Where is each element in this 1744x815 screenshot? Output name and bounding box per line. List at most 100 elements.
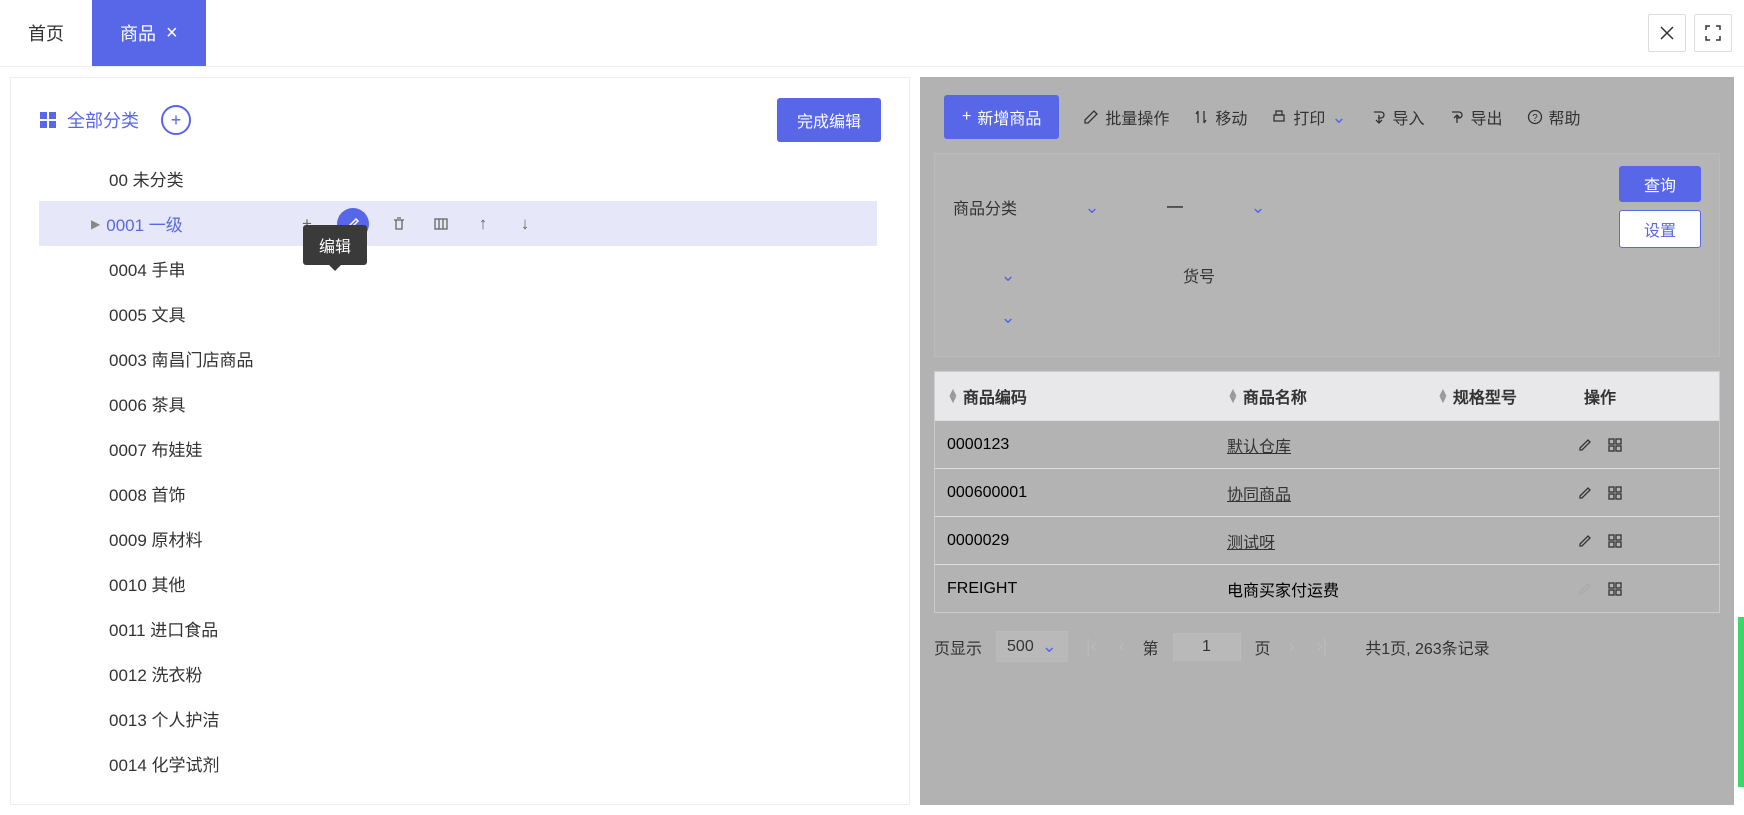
pager-summary: 共1页, 263条记录 xyxy=(1365,635,1490,659)
category-item[interactable]: 0003 南昌门店商品 xyxy=(39,336,877,381)
table-row: 0000123默认仓库 xyxy=(935,420,1719,468)
print-label: 打印 xyxy=(1293,105,1325,129)
table-row: 000600001协同商品 xyxy=(935,468,1719,516)
th-code-label: 商品编码 xyxy=(963,384,1027,408)
cell-op xyxy=(1535,437,1665,453)
category-actions: +↑↓ xyxy=(295,208,877,240)
cell-op xyxy=(1535,533,1665,549)
batch-button[interactable]: 批量操作 xyxy=(1083,105,1169,129)
pagination: 页显示 500 ⌄ |‹ ‹ 第 1 页 › ›| 共1页, 263条记录 xyxy=(920,613,1734,680)
import-button[interactable]: 导入 xyxy=(1371,105,1425,129)
category-item[interactable]: 0012 洗衣粉 xyxy=(39,651,877,696)
cell-code: FREIGHT xyxy=(935,580,1215,598)
prev-page-icon[interactable]: ‹ xyxy=(1114,636,1128,657)
th-name[interactable]: ▲▼ 商品名称 xyxy=(1215,384,1425,408)
import-icon xyxy=(1371,109,1387,125)
filter-box: 商品分类 ⌄ — ⌄ 查询 设置 ⌄ 货号 ⌄ xyxy=(934,153,1720,357)
category-item[interactable]: 0010 其他 xyxy=(39,561,877,606)
fullscreen-icon xyxy=(1704,24,1722,42)
main-area: + 新增商品 批量操作 移动 打印 ⌄ 导入 xyxy=(0,67,1744,815)
category-item[interactable]: 0009 原材料 xyxy=(39,516,877,561)
filter-category-select[interactable]: ⌄ xyxy=(1037,192,1147,222)
settings-button[interactable]: 设置 xyxy=(1619,210,1701,248)
filter-category-select2[interactable]: ⌄ xyxy=(1203,192,1313,222)
th-name-label: 商品名称 xyxy=(1243,384,1307,408)
add-product-button[interactable]: + 新增商品 xyxy=(944,95,1059,139)
close-icon[interactable]: × xyxy=(166,22,178,45)
category-item[interactable]: 0014 化学试剂 xyxy=(39,741,877,786)
move-down-icon[interactable]: ↓ xyxy=(513,212,537,236)
row-more-icon[interactable] xyxy=(1607,485,1623,501)
per-page-label: 页显示 xyxy=(934,635,982,659)
x-icon xyxy=(1658,24,1676,42)
filter-select3[interactable]: ⌄ xyxy=(953,260,1063,290)
row-more-icon[interactable] xyxy=(1607,437,1623,453)
plus-icon: + xyxy=(962,108,971,126)
tab-home[interactable]: 首页 xyxy=(0,0,92,66)
row-more-icon[interactable] xyxy=(1607,533,1623,549)
product-link[interactable]: 协同商品 xyxy=(1227,487,1291,504)
export-button[interactable]: 导出 xyxy=(1449,105,1503,129)
category-scroll[interactable]: 00 未分类▶0001 一级+↑↓0004 手串0005 文具0003 南昌门店… xyxy=(11,156,909,806)
row-edit-icon[interactable] xyxy=(1577,533,1593,549)
batch-label: 批量操作 xyxy=(1105,105,1169,129)
category-item[interactable]: 0013 个人护洁 xyxy=(39,696,877,741)
expand-icon[interactable]: ▶ xyxy=(91,217,100,231)
category-item[interactable]: 0011 进口食品 xyxy=(39,606,877,651)
export-icon xyxy=(1449,109,1465,125)
print-button[interactable]: 打印 ⌄ xyxy=(1271,105,1346,129)
toolbar: + 新增商品 批量操作 移动 打印 ⌄ 导入 xyxy=(920,77,1734,153)
page-input[interactable]: 1 xyxy=(1173,633,1241,661)
grid-icon xyxy=(39,111,57,129)
query-button[interactable]: 查询 xyxy=(1619,166,1701,202)
category-item[interactable]: 0006 茶具 xyxy=(39,381,877,426)
row-edit-icon[interactable] xyxy=(1577,437,1593,453)
row-edit-icon[interactable] xyxy=(1577,485,1593,501)
done-editing-button[interactable]: 完成编辑 xyxy=(777,98,881,142)
close-all-button[interactable] xyxy=(1648,14,1686,52)
delete-icon[interactable] xyxy=(387,212,411,236)
category-item[interactable]: 0008 首饰 xyxy=(39,471,877,516)
category-item[interactable]: 0007 布娃娃 xyxy=(39,426,877,471)
fullscreen-button[interactable] xyxy=(1694,14,1732,52)
tab-products[interactable]: 商品 × xyxy=(92,0,206,66)
row-more-icon[interactable] xyxy=(1607,581,1623,597)
per-page-select[interactable]: 500 ⌄ xyxy=(996,631,1068,662)
add-category-button[interactable]: + xyxy=(161,105,191,135)
chevron-down-icon: ⌄ xyxy=(1331,107,1346,128)
cell-op xyxy=(1535,581,1665,597)
filter-dash: — xyxy=(1167,198,1183,216)
move-button[interactable]: 移动 xyxy=(1193,105,1247,129)
chevron-down-icon: ⌄ xyxy=(1250,197,1265,218)
columns-icon[interactable] xyxy=(429,212,453,236)
product-link[interactable]: 测试呀 xyxy=(1227,535,1275,552)
product-link[interactable]: 默认仓库 xyxy=(1227,439,1291,456)
help-button[interactable]: ? 帮助 xyxy=(1527,105,1581,129)
cell-code: 0000029 xyxy=(935,532,1215,550)
category-item[interactable]: ▶0001 一级+↑↓ xyxy=(39,201,877,246)
category-label: 0004 手串 xyxy=(109,256,186,281)
category-item[interactable]: 00 未分类 xyxy=(39,156,877,201)
th-code[interactable]: ▲▼商品编码 xyxy=(935,384,1215,408)
svg-text:?: ? xyxy=(1532,113,1538,124)
sort-icon: ▲▼ xyxy=(1227,389,1239,403)
export-label: 导出 xyxy=(1471,105,1503,129)
row-edit-icon[interactable] xyxy=(1577,581,1593,597)
page-prefix: 第 xyxy=(1142,635,1158,659)
next-page-icon[interactable]: › xyxy=(1285,636,1299,657)
cell-name: 默认仓库 xyxy=(1215,433,1425,457)
move-up-icon[interactable]: ↑ xyxy=(471,212,495,236)
all-categories-link[interactable]: 全部分类 xyxy=(67,107,139,133)
category-panel: 全部分类 + 完成编辑 00 未分类▶0001 一级+↑↓0004 手串0005… xyxy=(10,77,910,805)
category-item[interactable]: 0005 文具 xyxy=(39,291,877,336)
edit-icon xyxy=(1083,109,1099,125)
th-spec[interactable]: ▲▼规格型号 xyxy=(1425,384,1535,408)
category-label: 00 未分类 xyxy=(109,166,184,191)
first-page-icon[interactable]: |‹ xyxy=(1082,636,1101,657)
last-page-icon[interactable]: ›| xyxy=(1313,636,1332,657)
notification-bar[interactable] xyxy=(1738,617,1744,787)
category-item[interactable]: 0004 手串 xyxy=(39,246,877,291)
move-label: 移动 xyxy=(1215,105,1247,129)
filter-select4[interactable]: ⌄ xyxy=(953,302,1063,332)
per-page-value: 500 xyxy=(1007,638,1034,656)
